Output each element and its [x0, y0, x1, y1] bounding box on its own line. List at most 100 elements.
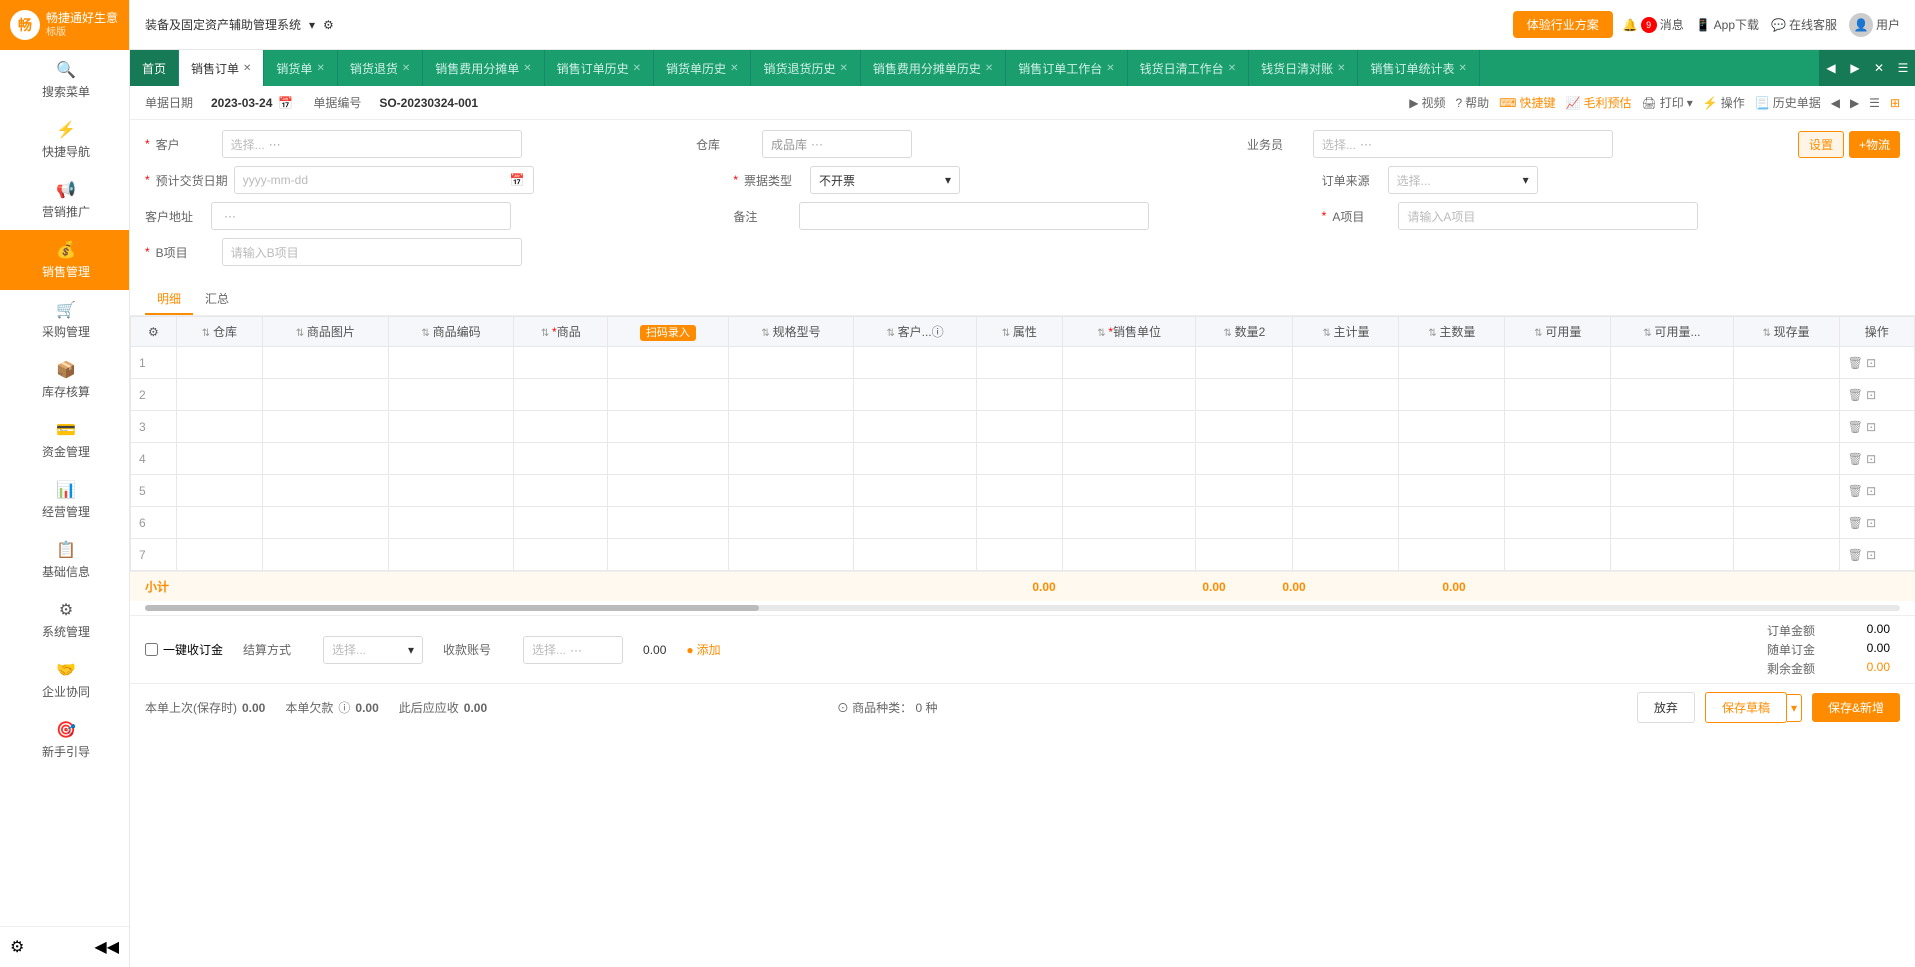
cell-attr[interactable]	[976, 539, 1062, 571]
cell-avail_qty2[interactable]	[1611, 347, 1733, 379]
cell-action[interactable]: 🗑 ⊡	[1839, 443, 1914, 475]
warehouse-ellipsis[interactable]: ···	[811, 137, 823, 151]
save-draft-dropdown-btn[interactable]: ▾	[1787, 694, 1802, 722]
one-click-checkbox[interactable]	[145, 643, 158, 656]
customer-address-input[interactable]: ···	[211, 202, 511, 230]
cell-qty2[interactable]	[1196, 379, 1293, 411]
sidebar-item-新手引导[interactable]: 🎯新手引导	[0, 710, 129, 770]
cell-scan[interactable]	[608, 411, 728, 443]
view-toggle-icon[interactable]: ☰	[1869, 96, 1880, 110]
cell-image[interactable]	[262, 507, 388, 539]
operations-action[interactable]: ⚡ 操作	[1703, 94, 1745, 111]
cell-scan[interactable]	[608, 379, 728, 411]
cell-main_unit[interactable]	[1293, 411, 1399, 443]
cell-stock[interactable]	[1733, 539, 1839, 571]
cell-stock[interactable]	[1733, 475, 1839, 507]
sidebar-item-营销推广[interactable]: 📢营销推广	[0, 170, 129, 230]
cell-warehouse[interactable]	[176, 475, 262, 507]
cell-attr[interactable]	[976, 475, 1062, 507]
a-project-input[interactable]: 请输入A项目	[1398, 202, 1698, 230]
cell-image[interactable]	[262, 539, 388, 571]
cell-main_unit[interactable]	[1293, 379, 1399, 411]
row-copy-icon[interactable]: ⊡	[1866, 516, 1876, 530]
cell-qty2[interactable]	[1196, 443, 1293, 475]
cell-scan[interactable]	[608, 443, 728, 475]
save-draft-btn[interactable]: 保存草稿	[1705, 692, 1787, 723]
cell-action[interactable]: 🗑 ⊡	[1839, 507, 1914, 539]
tab-销售订单统计表[interactable]: 销售订单统计表✕	[1358, 50, 1479, 86]
nav-left-icon[interactable]: ◀	[1831, 96, 1840, 110]
print-dropdown-icon[interactable]: ▾	[1687, 96, 1693, 110]
cell-code[interactable]	[388, 443, 514, 475]
cell-warehouse[interactable]	[176, 411, 262, 443]
warehouse-input[interactable]: 成品库 ···	[762, 130, 912, 158]
cell-main_qty[interactable]	[1399, 443, 1505, 475]
tab-close-icon[interactable]: ✕	[839, 63, 847, 74]
cell-unit[interactable]	[1062, 507, 1195, 539]
help-action[interactable]: ? 帮助	[1455, 94, 1489, 111]
sidebar-item-搜索菜单[interactable]: 🔍搜索菜单	[0, 50, 129, 110]
cell-action[interactable]: 🗑 ⊡	[1839, 539, 1914, 571]
th-avail_qty2[interactable]: ⇅ 可用量...	[1611, 317, 1733, 347]
cell-customer[interactable]	[854, 379, 976, 411]
cell-customer[interactable]	[854, 347, 976, 379]
topbar-dropdown-icon[interactable]: ▾	[309, 18, 315, 32]
cell-stock[interactable]	[1733, 379, 1839, 411]
profit-action[interactable]: 📈 毛利预估	[1566, 94, 1632, 111]
cell-unit[interactable]	[1062, 411, 1195, 443]
cell-main_unit[interactable]	[1293, 507, 1399, 539]
row-copy-icon[interactable]: ⊡	[1866, 548, 1876, 562]
cell-main_qty[interactable]	[1399, 379, 1505, 411]
tab-销货退货历史[interactable]: 销货退货历史✕	[751, 50, 860, 86]
cell-qty2[interactable]	[1196, 347, 1293, 379]
remark-input[interactable]	[799, 202, 1149, 230]
tab-销售订单[interactable]: 销售订单✕	[179, 50, 264, 86]
tab-close-icon[interactable]: ✕	[243, 63, 251, 74]
cell-image[interactable]	[262, 475, 388, 507]
user-btn[interactable]: 👤 用户	[1849, 13, 1900, 37]
th-code[interactable]: ⇅ 商品编码	[388, 317, 514, 347]
cell-spec[interactable]	[728, 475, 854, 507]
cell-avail_qty2[interactable]	[1611, 411, 1733, 443]
th-warehouse[interactable]: ⇅ 仓库	[176, 317, 262, 347]
print-action[interactable]: 🖨 打印 ▾	[1641, 94, 1692, 111]
invoice-select[interactable]: 不开票 ▾	[810, 166, 960, 194]
tab-销货单[interactable]: 销货单✕	[264, 50, 337, 86]
cell-avail_qty2[interactable]	[1611, 443, 1733, 475]
sidebar-item-快捷导航[interactable]: ⚡快捷导航	[0, 110, 129, 170]
row-delete-icon[interactable]: 🗑	[1848, 484, 1863, 498]
cell-warehouse[interactable]	[176, 347, 262, 379]
cell-settings[interactable]: 4	[131, 443, 177, 475]
cell-scan[interactable]	[608, 539, 728, 571]
cell-image[interactable]	[262, 347, 388, 379]
additem-btn[interactable]: +物流	[1849, 131, 1900, 158]
tab-next-btn[interactable]: ▶	[1843, 50, 1867, 86]
cell-settings[interactable]: 6	[131, 507, 177, 539]
info-icon[interactable]: ⓘ	[932, 325, 944, 339]
add-btn[interactable]: ● 添加	[686, 641, 720, 658]
row-copy-icon[interactable]: ⊡	[1866, 484, 1876, 498]
save-new-btn[interactable]: 保存&新增	[1812, 693, 1900, 722]
sidebar-item-系统管理[interactable]: ⚙系统管理	[0, 590, 129, 650]
cell-qty2[interactable]	[1196, 507, 1293, 539]
cell-action[interactable]: 🗑 ⊡	[1839, 347, 1914, 379]
sidebar-item-经营管理[interactable]: 📊经营管理	[0, 470, 129, 530]
row-delete-icon[interactable]: 🗑	[1848, 420, 1863, 434]
cell-spec[interactable]	[728, 379, 854, 411]
cell-action[interactable]: 🗑 ⊡	[1839, 475, 1914, 507]
cell-customer[interactable]	[854, 443, 976, 475]
order-source-select[interactable]: 选择... ▾	[1388, 166, 1538, 194]
cell-main_qty[interactable]	[1399, 347, 1505, 379]
th-attr[interactable]: ⇅ 属性	[976, 317, 1062, 347]
tab-钱货日清对账[interactable]: 钱货日清对账✕	[1249, 50, 1358, 86]
cell-attr[interactable]	[976, 411, 1062, 443]
cell-goods[interactable]	[514, 379, 608, 411]
tab-close-icon[interactable]: ✕	[523, 63, 531, 74]
cell-avail_qty[interactable]	[1505, 507, 1611, 539]
cell-spec[interactable]	[728, 347, 854, 379]
tab-close-icon[interactable]: ✕	[1459, 63, 1467, 74]
cell-scan[interactable]	[608, 507, 728, 539]
cell-warehouse[interactable]	[176, 539, 262, 571]
cell-goods[interactable]	[514, 507, 608, 539]
row-copy-icon[interactable]: ⊡	[1866, 452, 1876, 466]
